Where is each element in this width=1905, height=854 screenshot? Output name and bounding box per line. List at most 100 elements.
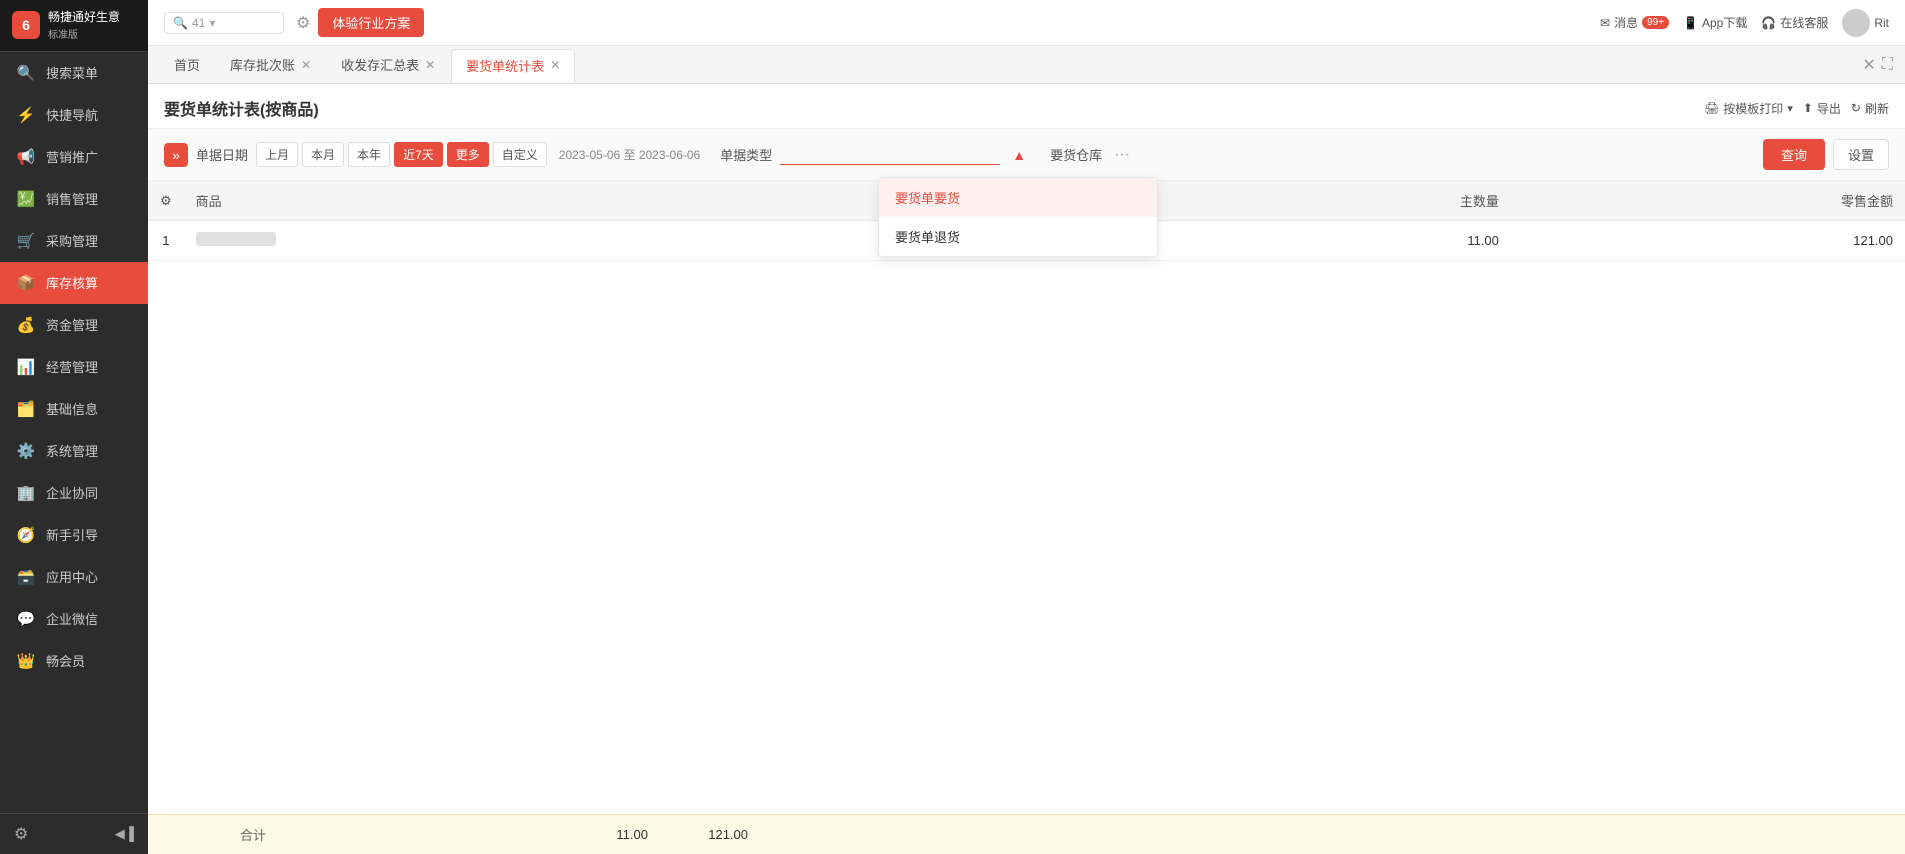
message-item[interactable]: ✉ 消息 99+ <box>1600 14 1669 31</box>
print-template-action[interactable]: 🖨 按模板打印 ▾ <box>1704 100 1793 117</box>
filter-more-btn[interactable]: ··· <box>1114 146 1130 164</box>
page-actions: 🖨 按模板打印 ▾ ⬆ 导出 ↻ 刷新 <box>1704 100 1889 117</box>
sidebar-icon-marketing: 📢 <box>16 147 36 167</box>
sidebar-label-marketing: 营销推广 <box>46 147 98 166</box>
table-footer: 合计 11.00 121.00 <box>148 814 1905 854</box>
settings-button[interactable]: 设置 <box>1833 139 1889 170</box>
tabs-maximize[interactable]: ⛶ <box>1882 55 1893 75</box>
page-title: 要货单统计表(按商品) <box>164 96 319 120</box>
date-range: 2023-05-06 至 2023-06-06 <box>559 146 700 163</box>
app-name: 畅捷通好生意 <box>48 10 120 26</box>
tabs-actions: ✕ ⛶ <box>1862 55 1893 75</box>
sidebar-item-guide[interactable]: 🧭 新手引导 <box>0 514 148 556</box>
tab-label-order-summary: 要货单统计表 <box>466 56 544 75</box>
cell-product-0 <box>184 221 723 261</box>
app-logo: 6 畅捷通好生意 标准版 <box>0 0 148 52</box>
page-header: 要货单统计表(按商品) 🖨 按模板打印 ▾ ⬆ 导出 ↻ 刷新 <box>148 84 1905 129</box>
gear-icon[interactable]: ⚙ <box>296 13 310 33</box>
col-amount: 零售金额 <box>1511 181 1905 221</box>
footer-amount: 121.00 <box>660 827 760 842</box>
date-btn-7days[interactable]: 近7天 <box>394 142 443 167</box>
settings-icon[interactable]: ⚙ <box>14 824 28 844</box>
sidebar-item-system[interactable]: ⚙️ 系统管理 <box>0 430 148 472</box>
sidebar-nav: 🔍 搜索菜单 ⚡ 快捷导航 📢 营销推广 💹 销售管理 🛒 采购管理 📦 库存核… <box>0 52 148 813</box>
topbar-right: ✉ 消息 99+ 📱 App下载 🎧 在线客服 Rit <box>1600 9 1889 37</box>
print-arrow[interactable]: ▾ <box>1787 102 1793 115</box>
tabs-close-all[interactable]: ✕ <box>1862 55 1875 75</box>
sidebar-item-shortcut[interactable]: ⚡ 快捷导航 <box>0 94 148 136</box>
product-blurred <box>196 232 276 246</box>
tab-close-order-summary[interactable]: ✕ <box>550 58 560 72</box>
app-sub: 标准版 <box>48 26 120 41</box>
sidebar-item-finance[interactable]: 💰 资金管理 <box>0 304 148 346</box>
type-dropdown-arrow[interactable]: ▲ <box>1012 147 1026 163</box>
sidebar-icon-member: 👑 <box>16 651 36 671</box>
sidebar-label-basic: 基础信息 <box>46 399 98 418</box>
type-input[interactable] <box>780 145 1000 165</box>
date-btn-this-year[interactable]: 本年 <box>348 142 390 167</box>
sidebar-collapse-icon[interactable]: ◀▐ <box>115 826 134 842</box>
sidebar-icon-search: 🔍 <box>16 63 36 83</box>
export-label: 导出 <box>1817 100 1841 117</box>
type-option-return[interactable]: 要货单退货 <box>879 217 1157 256</box>
sidebar-item-sales[interactable]: 💹 销售管理 <box>0 178 148 220</box>
tab-home[interactable]: 首页 <box>160 49 214 80</box>
sidebar-label-finance: 资金管理 <box>46 315 98 334</box>
customer-service-item[interactable]: 🎧 在线客服 <box>1761 14 1828 31</box>
sidebar-item-operation[interactable]: 📊 经营管理 <box>0 346 148 388</box>
sidebar-item-inventory[interactable]: 📦 库存核算 <box>0 262 148 304</box>
col-product: 商品 <box>184 181 723 221</box>
promo-button[interactable]: 体验行业方案 <box>318 8 424 37</box>
sidebar-icon-sales: 💹 <box>16 189 36 209</box>
table-wrapper: ⚙ 商品 主计量单位 主数量 零售金额 1 块 11.00 121.00 <box>148 181 1905 854</box>
sidebar-item-marketing[interactable]: 📢 营销推广 <box>0 136 148 178</box>
sidebar-item-member[interactable]: 👑 畅会员 <box>0 640 148 682</box>
dropdown-arrow[interactable]: ▾ <box>209 16 215 30</box>
sidebar-label-appstore: 应用中心 <box>46 567 98 586</box>
sidebar-icon-appstore: 🗃️ <box>16 567 36 587</box>
sidebar-bottom: ⚙ ◀▐ <box>0 813 148 854</box>
type-label: 单据类型 <box>720 145 772 164</box>
sidebar-icon-operation: 📊 <box>16 357 36 377</box>
search-box[interactable]: 🔍 41 ▾ <box>164 12 284 34</box>
tabs-bar: 首页库存批次账✕ 收发存汇总表 ✕ 要货单统计表 ✕ ✕ ⛶ <box>148 46 1905 84</box>
tab-order-summary[interactable]: 要货单统计表 ✕ <box>451 49 575 82</box>
refresh-action[interactable]: ↻ 刷新 <box>1851 100 1889 117</box>
sidebar-label-sales: 销售管理 <box>46 189 98 208</box>
date-btn-prev-month[interactable]: 上月 <box>256 142 298 167</box>
query-button[interactable]: 查询 <box>1763 139 1825 170</box>
print-icon: 🖨 <box>1704 101 1719 115</box>
tab-label-collect-summary: 收发存汇总表 <box>341 55 419 74</box>
sidebar-item-enterprise[interactable]: 🏢 企业协同 <box>0 472 148 514</box>
date-btn-more[interactable]: 更多 <box>447 142 489 167</box>
tab-collect-summary[interactable]: 收发存汇总表 ✕ <box>327 49 449 80</box>
date-label: 单据日期 <box>196 145 248 164</box>
sidebar-label-guide: 新手引导 <box>46 525 98 544</box>
sidebar-label-purchase: 采购管理 <box>46 231 98 250</box>
sidebar-label-shortcut: 快捷导航 <box>46 105 98 124</box>
sidebar-item-appstore[interactable]: 🗃️ 应用中心 <box>0 556 148 598</box>
sidebar-icon-wechat: 💬 <box>16 609 36 629</box>
col-settings-icon[interactable]: ⚙ <box>148 181 184 221</box>
sidebar-item-purchase[interactable]: 🛒 采购管理 <box>0 220 148 262</box>
filter-expand-btn[interactable]: » <box>164 143 188 167</box>
export-action[interactable]: ⬆ 导出 <box>1803 100 1841 117</box>
sidebar-item-basic[interactable]: 🗂️ 基础信息 <box>0 388 148 430</box>
tab-close-inventory-batch[interactable]: ✕ <box>301 58 311 72</box>
sidebar-item-wechat[interactable]: 💬 企业微信 <box>0 598 148 640</box>
type-dropdown-popup: 要货单要货 要货单退货 <box>878 177 1158 257</box>
refresh-icon: ↻ <box>1851 101 1861 115</box>
app-download-item[interactable]: 📱 App下载 <box>1683 14 1747 31</box>
sidebar-item-search[interactable]: 🔍 搜索菜单 <box>0 52 148 94</box>
type-option-order[interactable]: 要货单要货 <box>879 178 1157 217</box>
sidebar-icon-inventory: 📦 <box>16 273 36 293</box>
sidebar-label-operation: 经营管理 <box>46 357 98 376</box>
date-btn-this-month[interactable]: 本月 <box>302 142 344 167</box>
tab-close-collect-summary[interactable]: ✕ <box>425 58 435 72</box>
sidebar-icon-finance: 💰 <box>16 315 36 335</box>
tab-inventory-batch[interactable]: 库存批次账✕ <box>216 49 325 80</box>
user-name: Rit <box>1874 16 1889 30</box>
export-icon: ⬆ <box>1803 101 1813 115</box>
date-btn-custom[interactable]: 自定义 <box>493 142 547 167</box>
user-item[interactable]: Rit <box>1842 9 1889 37</box>
